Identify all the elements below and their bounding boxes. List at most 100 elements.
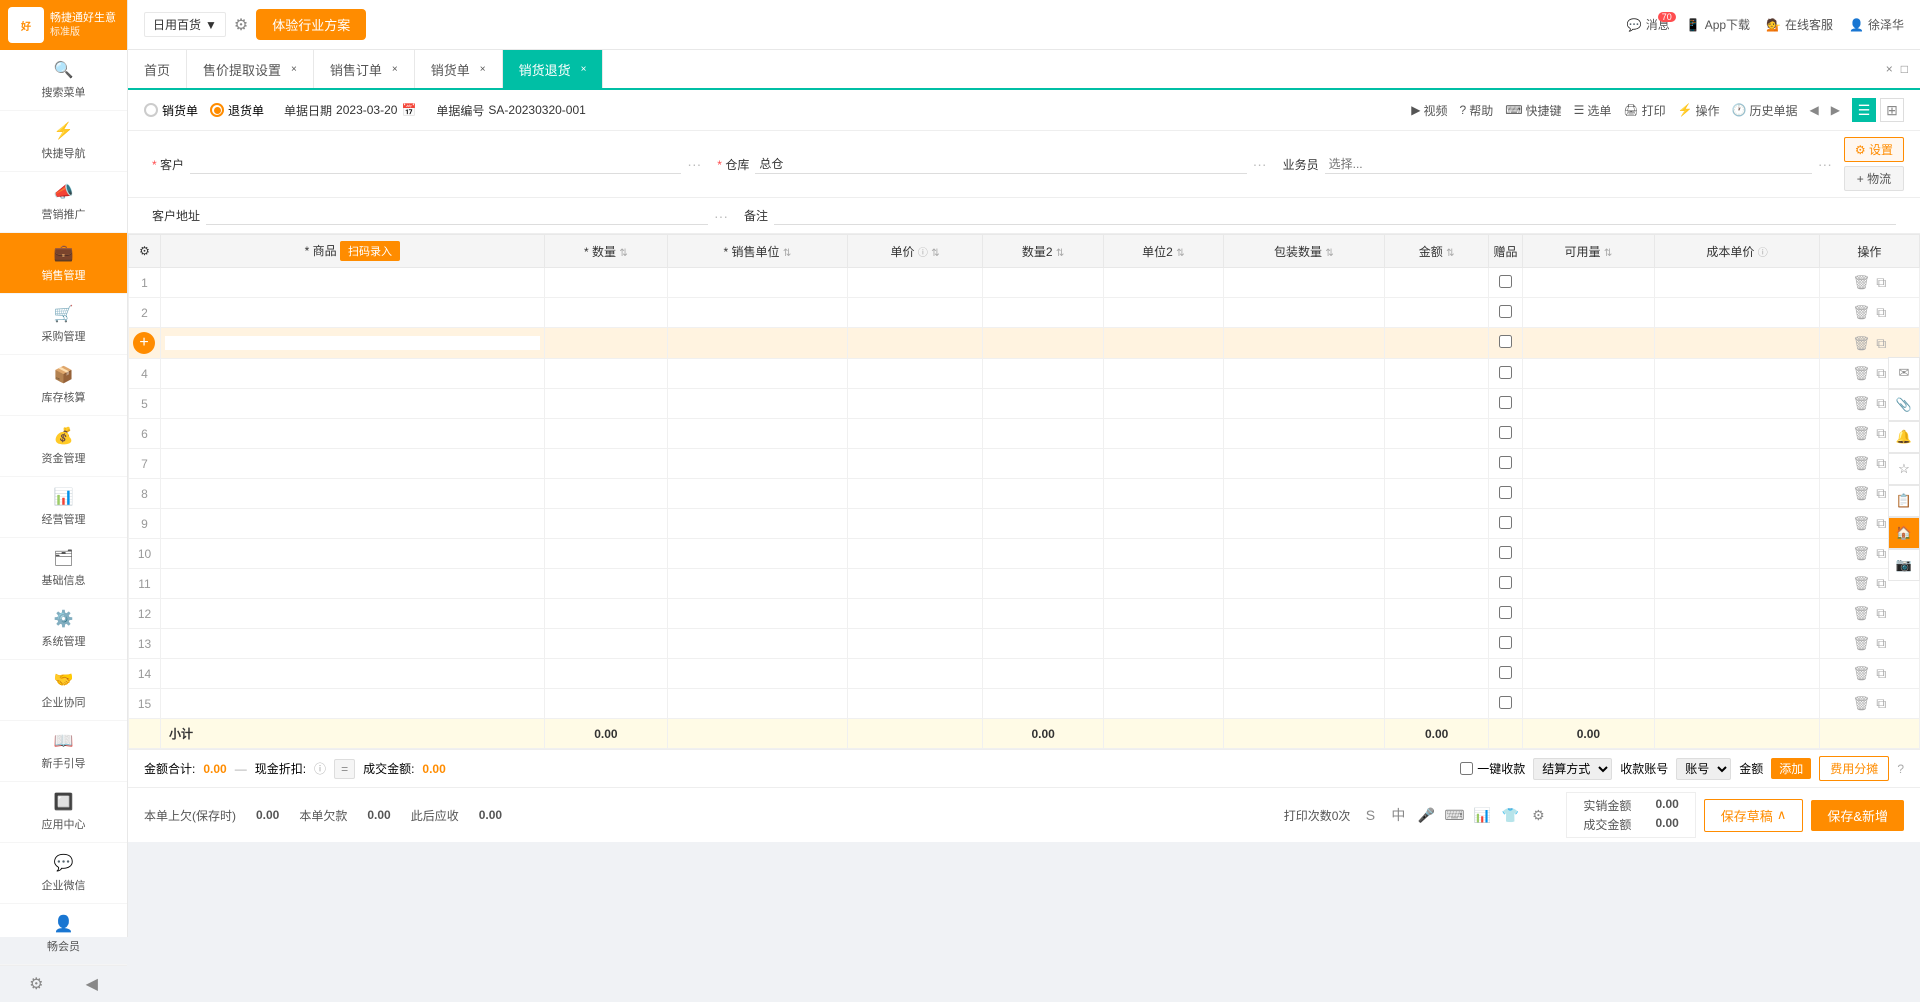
row-14-cost[interactable] bbox=[1655, 659, 1820, 689]
row-8-price[interactable] bbox=[847, 479, 983, 509]
row-13-unit[interactable] bbox=[668, 629, 848, 659]
account-select[interactable]: 账号 bbox=[1676, 758, 1731, 780]
row-10-price[interactable] bbox=[847, 539, 983, 569]
operate-btn[interactable]: ⚡ 操作 bbox=[1678, 102, 1720, 119]
add-payment-btn[interactable]: 添加 bbox=[1771, 758, 1811, 779]
calc-method-select[interactable]: 结算方式 bbox=[1533, 758, 1612, 780]
row-1-gift[interactable] bbox=[1489, 268, 1522, 298]
sidebar-item-marketing[interactable]: 📣 营销推广 bbox=[0, 172, 127, 233]
row-8-available[interactable] bbox=[1522, 479, 1655, 509]
row-15-product[interactable] bbox=[161, 689, 545, 719]
sidebar-item-operations[interactable]: 📊 经营管理 bbox=[0, 477, 127, 538]
row-2-gear[interactable]: 2 bbox=[129, 298, 161, 328]
discount-help-icon[interactable]: ⓘ bbox=[314, 760, 326, 777]
row-5-gear[interactable]: 5 bbox=[129, 389, 161, 419]
row-12-cost[interactable] bbox=[1655, 599, 1820, 629]
row-13-qty[interactable] bbox=[544, 629, 667, 659]
delete-icon-1[interactable]: 🗑 bbox=[1853, 274, 1871, 291]
scan-btn[interactable]: 扫码录入 bbox=[340, 241, 400, 261]
tool6-icon[interactable]: 👕 bbox=[1498, 803, 1522, 827]
row-5-pkg[interactable] bbox=[1224, 389, 1385, 419]
row-5-amount[interactable] bbox=[1384, 389, 1489, 419]
row-6-unit[interactable] bbox=[668, 419, 848, 449]
row-9-unit2[interactable] bbox=[1103, 509, 1223, 539]
row-12-amount[interactable] bbox=[1384, 599, 1489, 629]
gift-checkbox-11[interactable] bbox=[1499, 576, 1512, 589]
row-6-qty[interactable] bbox=[544, 419, 667, 449]
row-11-unit[interactable] bbox=[668, 569, 848, 599]
delete-icon-14[interactable]: 🗑 bbox=[1853, 665, 1871, 682]
row-6-cost[interactable] bbox=[1655, 419, 1820, 449]
sidebar-item-purchase[interactable]: 🛒 采购管理 bbox=[0, 294, 127, 355]
tab-sales-delivery[interactable]: 销货单× bbox=[415, 50, 503, 88]
shortcut-btn[interactable]: ⌨ 快捷键 bbox=[1505, 102, 1561, 119]
row-2-qty2[interactable] bbox=[983, 298, 1103, 328]
row-11-qty[interactable] bbox=[544, 569, 667, 599]
row-10-gear[interactable]: 10 bbox=[129, 539, 161, 569]
delete-icon-9[interactable]: 🗑 bbox=[1853, 515, 1871, 532]
row-2-gift[interactable] bbox=[1489, 298, 1522, 328]
row-4-available[interactable] bbox=[1522, 359, 1655, 389]
row-8-gear[interactable]: 8 bbox=[129, 479, 161, 509]
row-4-qty2[interactable] bbox=[983, 359, 1103, 389]
row-8-unit2[interactable] bbox=[1103, 479, 1223, 509]
row-13-product[interactable] bbox=[161, 629, 545, 659]
row-1-amount[interactable] bbox=[1384, 268, 1489, 298]
one-click-payment-label[interactable]: 一键收款 bbox=[1460, 760, 1525, 777]
row-14-pkg[interactable] bbox=[1224, 659, 1385, 689]
row-2-amount[interactable] bbox=[1384, 298, 1489, 328]
delete-icon-12[interactable]: 🗑 bbox=[1853, 605, 1871, 622]
row-5-gift[interactable] bbox=[1489, 389, 1522, 419]
row-2-price[interactable] bbox=[847, 298, 983, 328]
row-2-available[interactable] bbox=[1522, 298, 1655, 328]
gift-checkbox-9[interactable] bbox=[1499, 516, 1512, 529]
row-3-gift[interactable] bbox=[1489, 328, 1522, 359]
row-1-unit2[interactable] bbox=[1103, 268, 1223, 298]
eq-btn[interactable]: = bbox=[334, 759, 355, 779]
address-hint[interactable]: ··· bbox=[714, 208, 728, 224]
row-8-qty[interactable] bbox=[544, 479, 667, 509]
copy-icon-6[interactable]: ⧉ bbox=[1876, 425, 1886, 442]
tab-sales-return[interactable]: 销货退货× bbox=[503, 50, 604, 88]
right-panel-star[interactable]: ☆ bbox=[1888, 453, 1920, 485]
row-14-qty[interactable] bbox=[544, 659, 667, 689]
right-panel-bell[interactable]: 🔔 bbox=[1888, 421, 1920, 453]
tab-price-setting[interactable]: 售价提取设置× bbox=[187, 50, 314, 88]
row-12-available[interactable] bbox=[1522, 599, 1655, 629]
row-6-gear[interactable]: 6 bbox=[129, 419, 161, 449]
settings-bottom-icon[interactable]: ⚙ bbox=[29, 974, 43, 994]
row-7-unit2[interactable] bbox=[1103, 449, 1223, 479]
row-6-qty2[interactable] bbox=[983, 419, 1103, 449]
tab-close-sales-order[interactable]: × bbox=[392, 64, 398, 75]
row-10-available[interactable] bbox=[1522, 539, 1655, 569]
row-13-pkg[interactable] bbox=[1224, 629, 1385, 659]
row-15-gift[interactable] bbox=[1489, 689, 1522, 719]
row-1-product[interactable] bbox=[161, 268, 545, 298]
row-8-product[interactable] bbox=[161, 479, 545, 509]
gift-checkbox-14[interactable] bbox=[1499, 666, 1512, 679]
prev-record-icon[interactable]: ◀ bbox=[1810, 103, 1819, 117]
sidebar-item-collab[interactable]: 🤝 企业协同 bbox=[0, 660, 127, 721]
row-11-available[interactable] bbox=[1522, 569, 1655, 599]
tab-close-price-setting[interactable]: × bbox=[291, 64, 297, 75]
row-8-unit[interactable] bbox=[668, 479, 848, 509]
row-1-gear[interactable]: 1 bbox=[129, 268, 161, 298]
gift-checkbox-1[interactable] bbox=[1499, 275, 1512, 288]
row-14-product[interactable] bbox=[161, 659, 545, 689]
sidebar-item-basic-info[interactable]: 🗂 基础信息 bbox=[0, 538, 127, 599]
row-3-unit2[interactable] bbox=[1103, 328, 1223, 359]
copy-icon-4[interactable]: ⧉ bbox=[1876, 365, 1886, 382]
copy-icon-12[interactable]: ⧉ bbox=[1876, 605, 1886, 622]
row-1-cost[interactable] bbox=[1655, 268, 1820, 298]
row-3-pkg[interactable] bbox=[1224, 328, 1385, 359]
delete-icon-11[interactable]: 🗑 bbox=[1853, 575, 1871, 592]
tool5-icon[interactable]: 📊 bbox=[1470, 803, 1494, 827]
row-12-unit[interactable] bbox=[668, 599, 848, 629]
staff-input[interactable] bbox=[1325, 155, 1812, 174]
sidebar-item-member[interactable]: 👤 畅会员 bbox=[0, 904, 127, 965]
row-14-gear[interactable]: 14 bbox=[129, 659, 161, 689]
address-input[interactable] bbox=[206, 206, 708, 225]
copy-icon-2[interactable]: ⧉ bbox=[1876, 304, 1886, 321]
row-10-unit[interactable] bbox=[668, 539, 848, 569]
row-13-unit2[interactable] bbox=[1103, 629, 1223, 659]
